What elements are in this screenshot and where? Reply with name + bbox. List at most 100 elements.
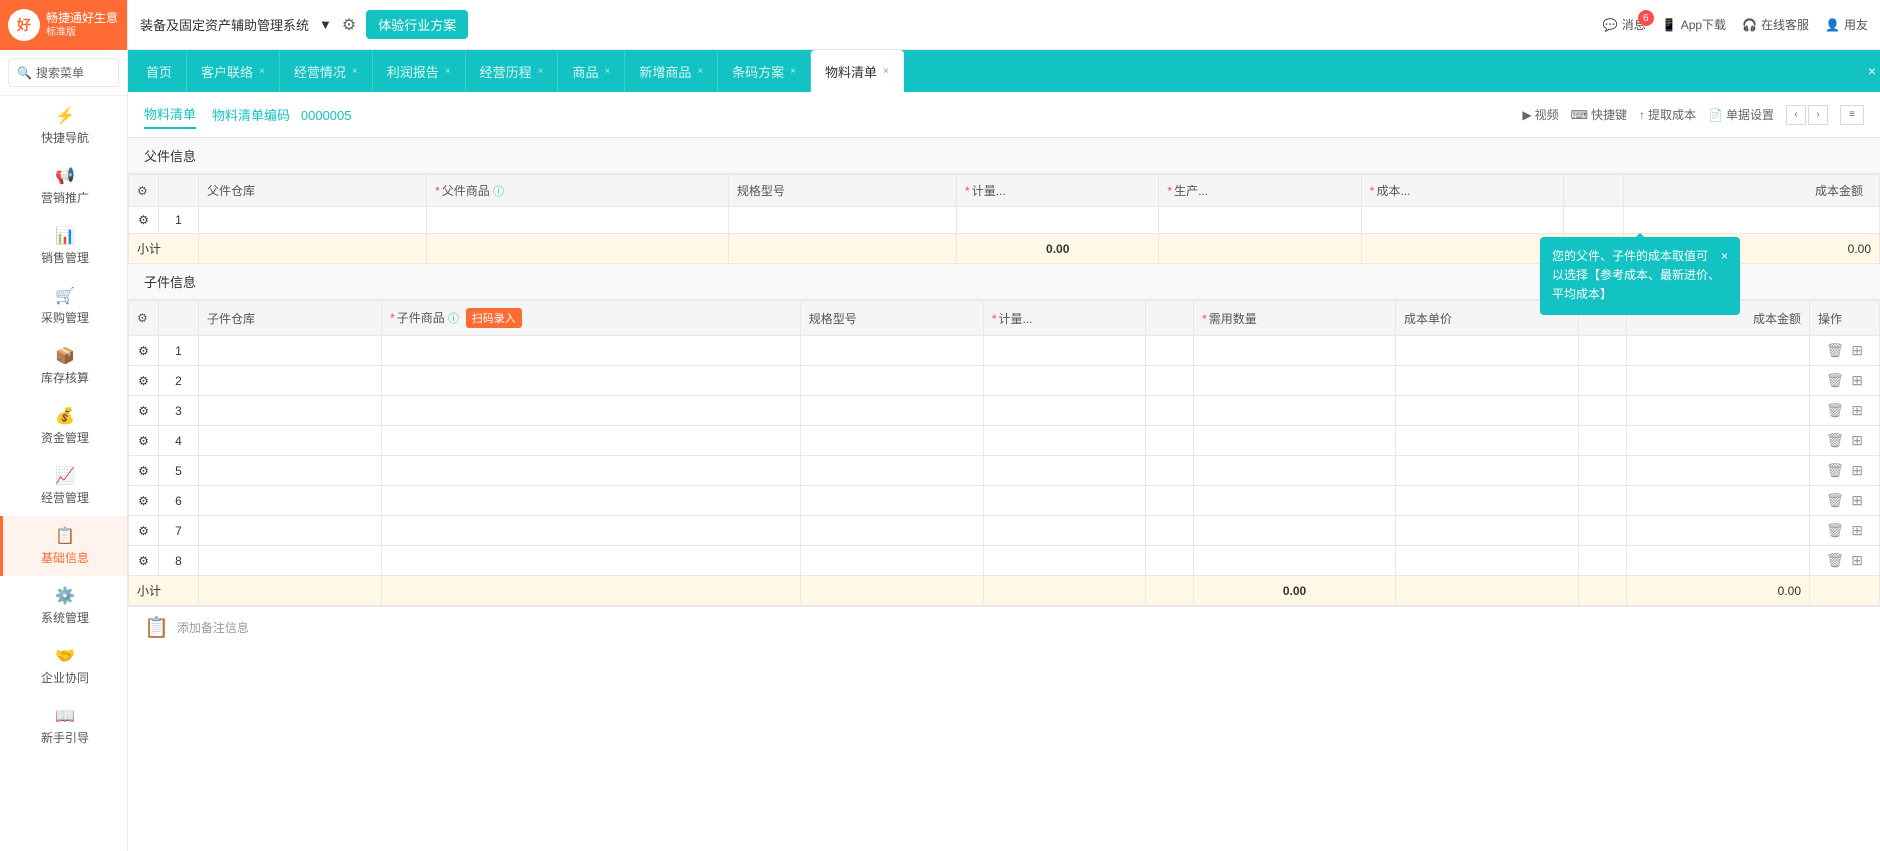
tab-item-8[interactable]: 物料清单× — [811, 50, 904, 92]
delete-icon-1[interactable]: 🗑 — [1826, 342, 1844, 358]
child-row-measure-3[interactable] — [983, 396, 1145, 426]
sidebar-item-5[interactable]: 📦库存核算 — [0, 336, 127, 396]
copy-icon-5[interactable]: ⊞ — [1851, 462, 1863, 478]
tab-item-6[interactable]: 新增商品× — [625, 50, 718, 92]
child-row-product-2[interactable] — [382, 366, 801, 396]
delete-icon-2[interactable]: 🗑 — [1826, 372, 1844, 388]
video-button[interactable]: ▶ 视频 — [1522, 106, 1558, 123]
tab-item-2[interactable]: 经营情况× — [280, 50, 373, 92]
child-row-unit-cost-5[interactable] — [1395, 456, 1578, 486]
sidebar-item-8[interactable]: 📋基础信息 — [0, 516, 127, 576]
online-service-button[interactable]: 🎧 在线客服 — [1742, 16, 1809, 33]
tab-item-1[interactable]: 客户联络× — [187, 50, 280, 92]
nav-next-button[interactable]: › — [1808, 105, 1828, 125]
tab-close-8[interactable]: × — [883, 66, 889, 77]
parent-row-warehouse[interactable] — [199, 207, 427, 234]
parent-row-product[interactable] — [427, 207, 729, 234]
sidebar-item-10[interactable]: 🤝企业协同 — [0, 636, 127, 696]
delete-icon-4[interactable]: 🗑 — [1826, 432, 1844, 448]
child-row-need-qty-5[interactable] — [1194, 456, 1396, 486]
delete-icon-6[interactable]: 🗑 — [1826, 492, 1844, 508]
tab-close-7[interactable]: × — [790, 66, 796, 77]
child-row-need-qty-3[interactable] — [1194, 396, 1396, 426]
settings-icon[interactable]: ⚙ — [342, 15, 356, 35]
child-row-unit-cost-3[interactable] — [1395, 396, 1578, 426]
copy-icon-2[interactable]: ⊞ — [1851, 372, 1863, 388]
delete-icon-8[interactable]: 🗑 — [1826, 552, 1844, 568]
single-settings-button[interactable]: 📄 单据设置 — [1708, 106, 1774, 123]
child-row-settings-4[interactable]: ⚙ — [129, 426, 159, 456]
child-row-measure-6[interactable] — [983, 486, 1145, 516]
copy-icon-3[interactable]: ⊞ — [1851, 402, 1863, 418]
sidebar-item-4[interactable]: 🛒采购管理 — [0, 276, 127, 336]
child-row-settings-6[interactable]: ⚙ — [129, 486, 159, 516]
user-avatar[interactable]: 👤 用友 — [1825, 16, 1868, 33]
sidebar-item-6[interactable]: 💰资金管理 — [0, 396, 127, 456]
child-row-need-qty-6[interactable] — [1194, 486, 1396, 516]
child-row-need-qty-1[interactable] — [1194, 336, 1396, 366]
subheader-tab-main[interactable]: 物料清单 — [144, 100, 196, 129]
tab-item-0[interactable]: 首页 — [132, 50, 187, 92]
delete-icon-3[interactable]: 🗑 — [1826, 402, 1844, 418]
child-row-measure-5[interactable] — [983, 456, 1145, 486]
copy-icon-8[interactable]: ⊞ — [1851, 552, 1863, 568]
child-row-warehouse-5[interactable] — [199, 456, 382, 486]
child-row-settings-8[interactable]: ⚙ — [129, 546, 159, 576]
child-row-warehouse-8[interactable] — [199, 546, 382, 576]
child-row-settings-7[interactable]: ⚙ — [129, 516, 159, 546]
child-row-settings-3[interactable]: ⚙ — [129, 396, 159, 426]
child-row-measure-4[interactable] — [983, 426, 1145, 456]
child-row-product-4[interactable] — [382, 426, 801, 456]
tab-item-7[interactable]: 条码方案× — [718, 50, 811, 92]
child-row-unit-cost-4[interactable] — [1395, 426, 1578, 456]
tab-close-1[interactable]: × — [259, 66, 265, 77]
sidebar-item-2[interactable]: 📢营销推广 — [0, 156, 127, 216]
tab-close-6[interactable]: × — [697, 66, 703, 77]
extract-cost-button[interactable]: ↑ 提取成本 — [1639, 106, 1696, 123]
tab-item-3[interactable]: 利润报告× — [373, 50, 466, 92]
child-row-product-7[interactable] — [382, 516, 801, 546]
sidebar-item-7[interactable]: 📈经营管理 — [0, 456, 127, 516]
child-row-product-6[interactable] — [382, 486, 801, 516]
child-row-measure-7[interactable] — [983, 516, 1145, 546]
child-row-unit-cost-6[interactable] — [1395, 486, 1578, 516]
app-download-button[interactable]: 📱 App下载 — [1662, 16, 1726, 33]
parent-col-settings[interactable]: ⚙ — [129, 175, 159, 207]
parent-row-cost[interactable] — [1361, 207, 1563, 234]
child-row-product-5[interactable] — [382, 456, 801, 486]
nav-prev-button[interactable]: ‹ — [1786, 105, 1806, 125]
child-col-settings[interactable]: ⚙ — [129, 301, 159, 336]
copy-icon-6[interactable]: ⊞ — [1851, 492, 1863, 508]
tabbar-close-all[interactable]: × — [1860, 63, 1876, 79]
shortcut-button[interactable]: ⌨ 快捷键 — [1571, 106, 1627, 123]
child-row-unit-cost-7[interactable] — [1395, 516, 1578, 546]
system-dropdown[interactable]: ▼ — [319, 17, 332, 32]
experience-button[interactable]: 体验行业方案 — [366, 10, 468, 39]
child-row-unit-cost-8[interactable] — [1395, 546, 1578, 576]
child-row-warehouse-3[interactable] — [199, 396, 382, 426]
delete-icon-7[interactable]: 🗑 — [1826, 522, 1844, 538]
list-view-button[interactable]: ≡ — [1840, 105, 1864, 125]
child-row-need-qty-4[interactable] — [1194, 426, 1396, 456]
parent-row-measure[interactable] — [957, 207, 1159, 234]
child-row-settings-2[interactable]: ⚙ — [129, 366, 159, 396]
sidebar-item-9[interactable]: ⚙️系统管理 — [0, 576, 127, 636]
child-row-product-1[interactable] — [382, 336, 801, 366]
child-row-measure-8[interactable] — [983, 546, 1145, 576]
child-row-unit-cost-1[interactable] — [1395, 336, 1578, 366]
child-row-measure-1[interactable] — [983, 336, 1145, 366]
scan-button[interactable]: 扫码录入 — [466, 308, 522, 328]
parent-row-settings[interactable]: ⚙ — [129, 207, 159, 234]
child-row-need-qty-8[interactable] — [1194, 546, 1396, 576]
tab-close-2[interactable]: × — [352, 66, 358, 77]
copy-icon-7[interactable]: ⊞ — [1851, 522, 1863, 538]
parent-row-produce[interactable] — [1159, 207, 1361, 234]
child-row-settings-5[interactable]: ⚙ — [129, 456, 159, 486]
child-row-warehouse-6[interactable] — [199, 486, 382, 516]
child-row-need-qty-2[interactable] — [1194, 366, 1396, 396]
copy-icon-4[interactable]: ⊞ — [1851, 432, 1863, 448]
child-row-product-3[interactable] — [382, 396, 801, 426]
sidebar-item-11[interactable]: 📖新手引导 — [0, 696, 127, 756]
tooltip-close-button[interactable]: × — [1721, 247, 1728, 266]
sidebar-item-3[interactable]: 📊销售管理 — [0, 216, 127, 276]
